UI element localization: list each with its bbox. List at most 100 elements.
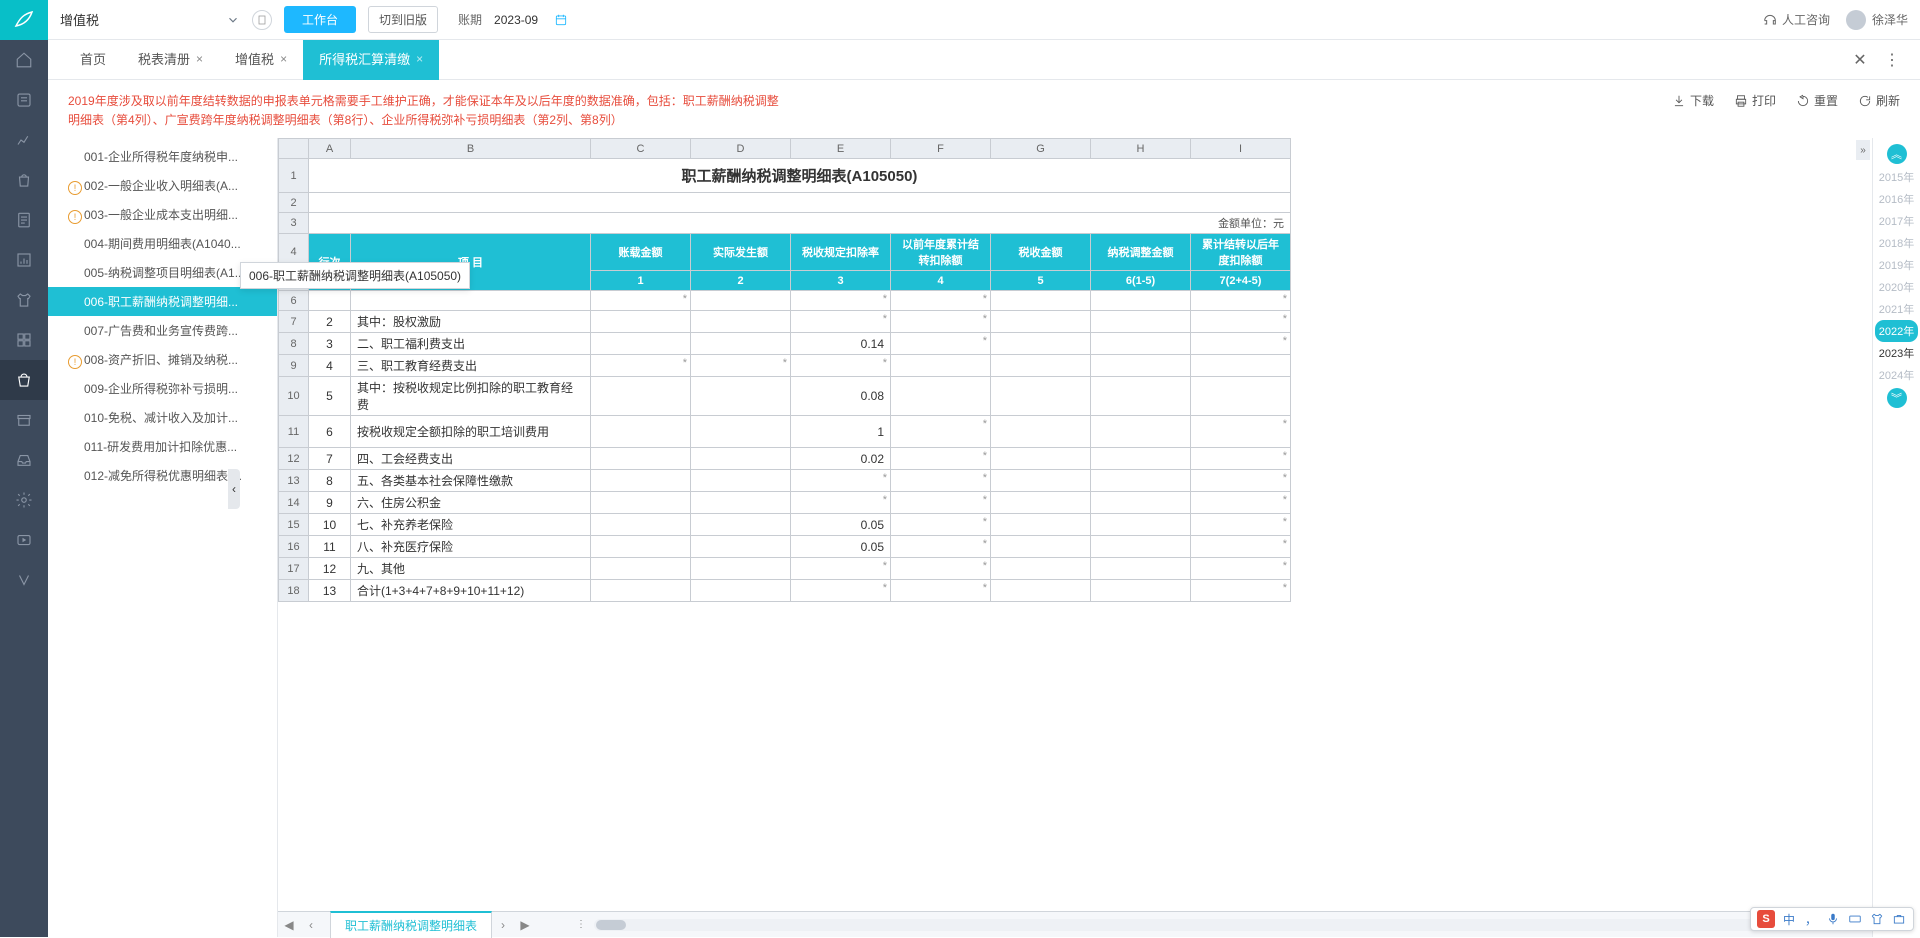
tab-menu-icon[interactable]: ⋮: [1880, 48, 1904, 72]
data-cell[interactable]: [591, 333, 691, 355]
close-icon[interactable]: ×: [416, 52, 423, 66]
data-cell[interactable]: [791, 355, 891, 377]
data-cell[interactable]: [891, 580, 991, 602]
data-cell[interactable]: [1191, 470, 1291, 492]
sheet-nav-next[interactable]: ›: [492, 914, 514, 936]
data-cell[interactable]: [891, 558, 991, 580]
data-cell[interactable]: [1191, 514, 1291, 536]
data-cell[interactable]: [591, 514, 691, 536]
data-cell[interactable]: [691, 448, 791, 470]
nav-settings-icon[interactable]: [0, 480, 48, 520]
form-list-item[interactable]: 009-企业所得税弥补亏损明...: [48, 374, 277, 403]
data-cell[interactable]: [1191, 448, 1291, 470]
data-cell[interactable]: [591, 558, 691, 580]
print-button[interactable]: 打印: [1734, 92, 1776, 109]
data-cell[interactable]: [1091, 580, 1191, 602]
data-cell[interactable]: [691, 333, 791, 355]
data-cell[interactable]: [791, 311, 891, 333]
data-cell[interactable]: [891, 377, 991, 416]
sheet-tab[interactable]: 职工薪酬纳税调整明细表: [330, 911, 492, 938]
data-cell[interactable]: [1191, 492, 1291, 514]
close-icon[interactable]: ×: [280, 52, 287, 66]
data-cell[interactable]: [1091, 558, 1191, 580]
workbench-button[interactable]: 工作台: [284, 6, 356, 33]
year-up-button[interactable]: ︽: [1887, 144, 1907, 164]
nav-shirt-icon[interactable]: [0, 280, 48, 320]
form-list-item[interactable]: 006-职工薪酬纳税调整明细...: [48, 287, 277, 316]
year-item[interactable]: 2023年: [1875, 342, 1918, 364]
data-cell[interactable]: [991, 291, 1091, 311]
year-item[interactable]: 2024年: [1875, 364, 1918, 386]
data-cell[interactable]: [991, 416, 1091, 448]
data-cell[interactable]: [1191, 558, 1291, 580]
data-cell[interactable]: [891, 355, 991, 377]
year-item[interactable]: 2021年: [1875, 298, 1918, 320]
form-list-item[interactable]: 007-广告费和业务宣传费跨...: [48, 316, 277, 345]
ime-punct-icon[interactable]: ，: [1803, 911, 1819, 927]
nav-bag-icon[interactable]: [0, 160, 48, 200]
data-cell[interactable]: [1191, 377, 1291, 416]
form-list-item[interactable]: 008-资产折旧、摊销及纳税...: [48, 345, 277, 374]
sheet-nav-first[interactable]: ◀: [278, 914, 300, 936]
header-circle-button[interactable]: [252, 10, 272, 30]
ime-skin-icon[interactable]: [1869, 911, 1885, 927]
nav-doc-icon[interactable]: [0, 200, 48, 240]
data-cell[interactable]: [891, 492, 991, 514]
reset-button[interactable]: 重置: [1796, 92, 1838, 109]
data-cell[interactable]: [891, 311, 991, 333]
tab-2[interactable]: 增值税×: [219, 40, 303, 80]
form-list-item[interactable]: 012-减免所得税优惠明细表(...: [48, 461, 277, 490]
sheet-nav-last[interactable]: ▶: [514, 914, 536, 936]
data-cell[interactable]: [1091, 492, 1191, 514]
data-cell[interactable]: [691, 514, 791, 536]
year-item[interactable]: 2019年: [1875, 254, 1918, 276]
data-cell[interactable]: [591, 291, 691, 311]
nav-video-icon[interactable]: [0, 520, 48, 560]
data-cell[interactable]: [991, 492, 1091, 514]
data-cell[interactable]: [691, 536, 791, 558]
data-cell[interactable]: [791, 580, 891, 602]
data-cell[interactable]: [991, 448, 1091, 470]
form-list-item[interactable]: 010-免税、减计收入及加计...: [48, 403, 277, 432]
data-cell[interactable]: [891, 291, 991, 311]
data-cell[interactable]: [891, 536, 991, 558]
nav-tax-icon[interactable]: [0, 360, 48, 400]
data-cell[interactable]: [991, 536, 1091, 558]
data-cell[interactable]: [691, 580, 791, 602]
calendar-icon[interactable]: [554, 13, 568, 27]
data-cell[interactable]: [591, 416, 691, 448]
data-cell[interactable]: [1191, 416, 1291, 448]
nav-inbox-icon[interactable]: [0, 440, 48, 480]
data-cell[interactable]: 0.02: [791, 448, 891, 470]
data-cell[interactable]: [691, 470, 791, 492]
consult-link[interactable]: 人工咨询: [1762, 11, 1830, 28]
data-cell[interactable]: [1091, 291, 1191, 311]
form-list-item[interactable]: 001-企业所得税年度纳税申...: [48, 142, 277, 171]
data-cell[interactable]: [1191, 355, 1291, 377]
year-item[interactable]: 2018年: [1875, 232, 1918, 254]
data-cell[interactable]: [1091, 536, 1191, 558]
nav-v-icon[interactable]: [0, 560, 48, 600]
year-item[interactable]: 2016年: [1875, 188, 1918, 210]
spreadsheet-table[interactable]: ABCDEFGHI1职工薪酬纳税调整明细表(A105050)23金额单位：元4行…: [278, 138, 1291, 602]
ime-toolbox-icon[interactable]: [1891, 911, 1907, 927]
data-cell[interactable]: [791, 558, 891, 580]
form-list-item[interactable]: 003-一般企业成本支出明细...: [48, 200, 277, 229]
data-cell[interactable]: [591, 470, 691, 492]
data-cell[interactable]: 0.05: [791, 536, 891, 558]
data-cell[interactable]: [891, 333, 991, 355]
data-cell[interactable]: [691, 355, 791, 377]
ime-toolbar[interactable]: S 中 ，: [1750, 907, 1914, 931]
data-cell[interactable]: [891, 514, 991, 536]
data-cell[interactable]: [1091, 470, 1191, 492]
data-cell[interactable]: [891, 448, 991, 470]
data-cell[interactable]: 0.05: [791, 514, 891, 536]
form-list-item[interactable]: 011-研发费用加计扣除优惠...: [48, 432, 277, 461]
data-cell[interactable]: [691, 492, 791, 514]
data-cell[interactable]: [691, 311, 791, 333]
data-cell[interactable]: [991, 311, 1091, 333]
user-menu[interactable]: 徐泽华: [1846, 10, 1908, 30]
data-cell[interactable]: [1191, 311, 1291, 333]
old-version-button[interactable]: 切到旧版: [368, 6, 438, 33]
data-cell[interactable]: [791, 291, 891, 311]
